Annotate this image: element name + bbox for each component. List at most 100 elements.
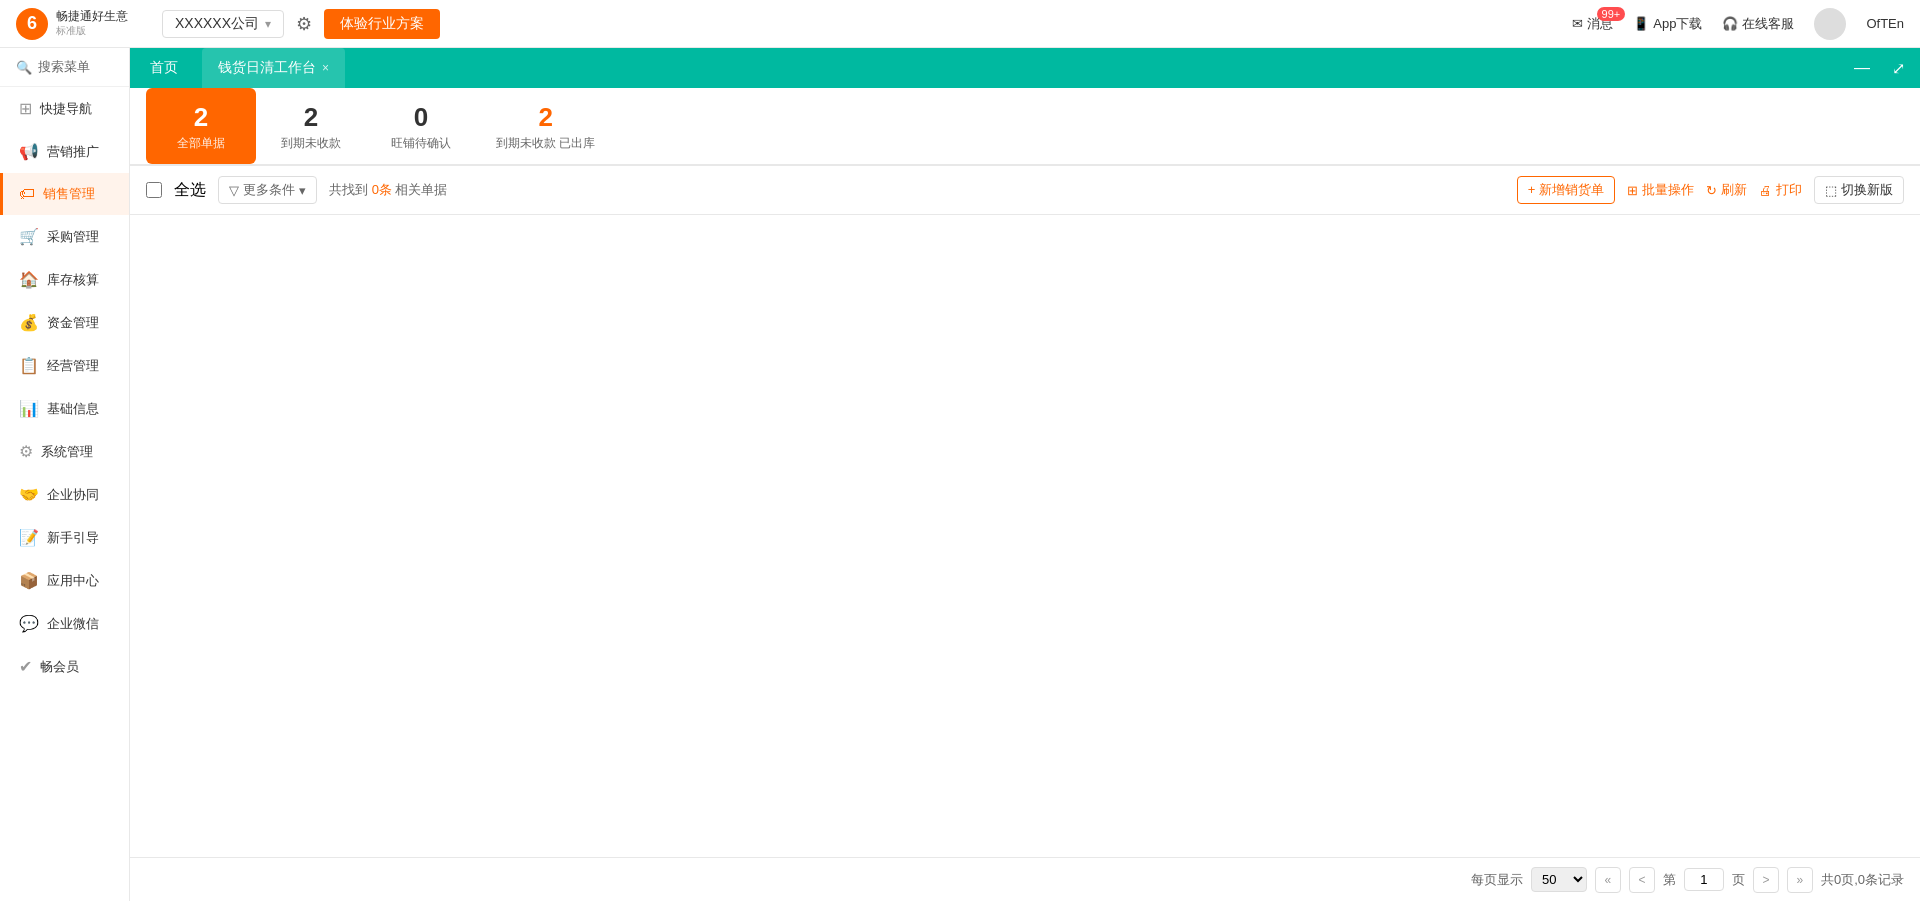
sidebar-item-operations[interactable]: 📋 经营管理: [0, 344, 129, 387]
tab-home[interactable]: 首页: [130, 48, 198, 88]
result-suffix: 相关单据: [395, 182, 447, 197]
sidebar-item-quick-nav[interactable]: ⊞ 快捷导航: [0, 87, 129, 130]
refresh-icon: ↻: [1706, 183, 1717, 198]
first-page-button[interactable]: «: [1595, 867, 1621, 893]
company-name: XXXXXX公司: [175, 15, 259, 33]
sidebar-item-purchase[interactable]: 🛒 采购管理: [0, 215, 129, 258]
search-label: 搜索菜单: [38, 58, 90, 76]
finance-icon: 💰: [19, 313, 39, 332]
inventory-label: 库存核算: [47, 271, 99, 289]
sidebar-item-inventory[interactable]: 🏠 库存核算: [0, 258, 129, 301]
company-selector[interactable]: XXXXXX公司 ▾: [162, 10, 284, 38]
avatar[interactable]: [1814, 8, 1846, 40]
page-size-label: 每页显示: [1471, 871, 1523, 889]
wechat-label: 企业微信: [47, 615, 99, 633]
result-count: 0条: [372, 182, 392, 197]
sidebar-item-member[interactable]: ✔ 畅会员: [0, 645, 129, 688]
tab-workbench[interactable]: 钱货日清工作台 ×: [202, 48, 345, 88]
online-service-button[interactable]: 🎧 在线客服: [1722, 15, 1794, 33]
marketing-label: 营销推广: [47, 143, 99, 161]
stats-tabs-container: 2 全部单据 2 到期未收款 0 旺铺待确认 2 到期未收款 已出库: [130, 88, 1920, 166]
toolbar: 全选 ▽ 更多条件 ▾ 共找到 0条 相关单据 + 新增销货单 ⊞ 批量操作 ↻…: [130, 166, 1920, 215]
sidebar-item-marketing[interactable]: 📢 营销推广: [0, 130, 129, 173]
sidebar-item-finance[interactable]: 💰 资金管理: [0, 301, 129, 344]
sidebar-search[interactable]: 🔍 搜索菜单: [0, 48, 129, 87]
logo-text-group: 畅捷通好生意 标准版: [56, 9, 128, 39]
footer-pagination: 每页显示 50 100 200 « < 第 页 > » 共0页,0条记录: [130, 857, 1920, 901]
refresh-label: 刷新: [1721, 181, 1747, 199]
filter-dropdown-icon: ▾: [299, 183, 306, 198]
basic-info-label: 基础信息: [47, 400, 99, 418]
page-size-select[interactable]: 50 100 200: [1531, 867, 1587, 892]
settings-button[interactable]: ⚙: [296, 13, 312, 35]
inventory-icon: 🏠: [19, 270, 39, 289]
tab-workbench-label: 钱货日清工作台: [218, 59, 316, 77]
tab-overdue-label: 到期未收款: [276, 135, 346, 152]
tab-pending-num: 0: [386, 102, 456, 133]
logo-sub: 标准版: [56, 24, 128, 38]
page-suffix: 页: [1732, 871, 1745, 889]
search-icon: 🔍: [16, 60, 32, 75]
guide-label: 新手引导: [47, 529, 99, 547]
sidebar-item-system[interactable]: ⚙ 系统管理: [0, 430, 129, 473]
content-area: [130, 215, 1920, 857]
tab-overdue-shipped-label: 到期未收款 已出库: [496, 135, 595, 152]
batch-icon: ⊞: [1627, 183, 1638, 198]
sidebar-item-wechat[interactable]: 💬 企业微信: [0, 602, 129, 645]
logo-text: 畅捷通好生意: [56, 9, 128, 25]
sidebar-item-cooperation[interactable]: 🤝 企业协同: [0, 473, 129, 516]
app-download-button[interactable]: 📱 App下载: [1633, 15, 1702, 33]
system-label: 系统管理: [41, 443, 93, 461]
finance-label: 资金管理: [47, 314, 99, 332]
guide-icon: 📝: [19, 528, 39, 547]
page-label: 第: [1663, 871, 1676, 889]
service-label: 在线客服: [1742, 15, 1794, 33]
print-label: 打印: [1776, 181, 1802, 199]
next-page-button[interactable]: >: [1753, 867, 1779, 893]
message-button[interactable]: ✉ 消息 99+: [1572, 15, 1613, 33]
tab-close-icon[interactable]: ×: [322, 61, 329, 75]
add-order-button[interactable]: + 新增销货单: [1517, 176, 1615, 204]
tab-pending[interactable]: 0 旺铺待确认: [366, 88, 476, 166]
prev-page-button[interactable]: <: [1629, 867, 1655, 893]
message-badge: 99+: [1597, 7, 1626, 21]
tab-actions: — ⤢: [1848, 54, 1920, 82]
sidebar-item-guide[interactable]: 📝 新手引导: [0, 516, 129, 559]
purchase-label: 采购管理: [47, 228, 99, 246]
tab-overdue-shipped-num: 2: [496, 102, 595, 133]
tab-overdue-shipped[interactable]: 2 到期未收款 已出库: [476, 88, 615, 166]
tab-minimize-button[interactable]: —: [1848, 54, 1876, 82]
trial-btn[interactable]: 体验行业方案: [324, 9, 440, 39]
top-header: 6 畅捷通好生意 标准版 XXXXXX公司 ▾ ⚙ 体验行业方案 ✉ 消息 99…: [0, 0, 1920, 48]
tab-all[interactable]: 2 全部单据: [146, 88, 256, 164]
batch-operation-button[interactable]: ⊞ 批量操作: [1627, 181, 1694, 199]
tab-overdue-num: 2: [276, 102, 346, 133]
print-icon: 🖨: [1759, 183, 1772, 198]
result-prefix: 共找到: [329, 182, 368, 197]
refresh-button[interactable]: ↻ 刷新: [1706, 181, 1747, 199]
last-page-button[interactable]: »: [1787, 867, 1813, 893]
member-icon: ✔: [19, 657, 32, 676]
tab-maximize-button[interactable]: ⤢: [1884, 54, 1912, 82]
sidebar-item-sales[interactable]: 🏷 销售管理: [0, 173, 129, 215]
message-icon: ✉: [1572, 16, 1583, 31]
app-center-label: 应用中心: [47, 572, 99, 590]
tab-overdue[interactable]: 2 到期未收款: [256, 88, 366, 166]
switch-icon: ⬚: [1825, 183, 1837, 198]
header-right: ✉ 消息 99+ 📱 App下载 🎧 在线客服 OfTEn: [1572, 8, 1904, 40]
print-button[interactable]: 🖨 打印: [1759, 181, 1802, 199]
quick-nav-label: 快捷导航: [40, 100, 92, 118]
sidebar-item-app-center[interactable]: 📦 应用中心: [0, 559, 129, 602]
quick-nav-icon: ⊞: [19, 99, 32, 118]
page-number-input[interactable]: [1684, 868, 1724, 891]
cooperation-icon: 🤝: [19, 485, 39, 504]
result-text: 共找到 0条 相关单据: [329, 181, 447, 199]
tab-pending-label: 旺铺待确认: [386, 135, 456, 152]
filter-button[interactable]: ▽ 更多条件 ▾: [218, 176, 317, 204]
sidebar-item-basic-info[interactable]: 📊 基础信息: [0, 387, 129, 430]
tab-bar: 首页 钱货日清工作台 × — ⤢: [130, 48, 1920, 88]
operations-label: 经营管理: [47, 357, 99, 375]
switch-version-button[interactable]: ⬚ 切换新版: [1814, 176, 1904, 204]
switch-label: 切换新版: [1841, 181, 1893, 199]
select-all-checkbox[interactable]: [146, 182, 162, 198]
